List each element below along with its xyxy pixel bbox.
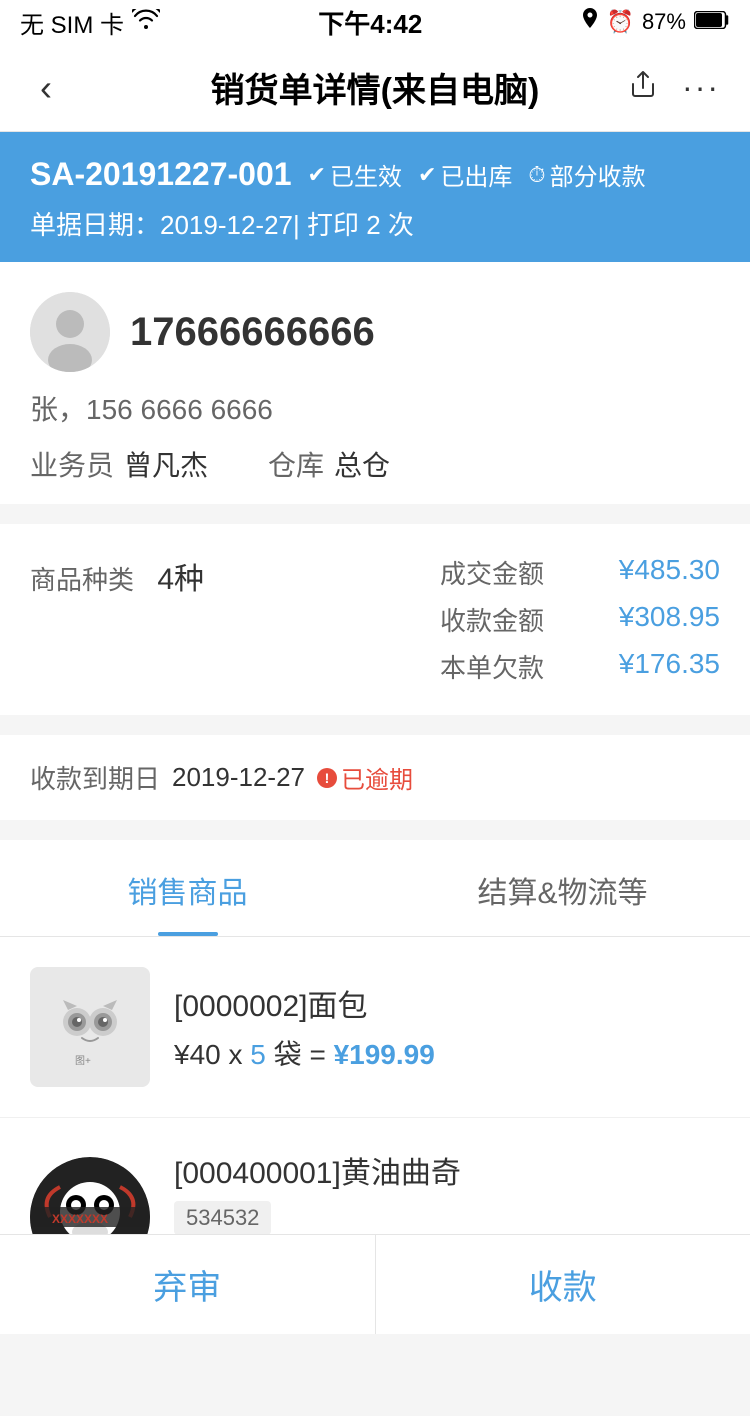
deal-amount-value: ¥485.30 [619, 554, 720, 591]
product-tag-2: 534532 [174, 1201, 271, 1235]
owed-value: ¥176.35 [619, 648, 720, 685]
warehouse-value: 总仓 [334, 444, 390, 484]
sales-person-info: 业务员 曾凡杰 [30, 444, 208, 484]
types-label: 商品种类 [30, 565, 134, 595]
alarm-icon: ⏰ [607, 9, 634, 35]
collect-payment-button[interactable]: 收款 [376, 1235, 750, 1334]
wifi-icon [132, 8, 160, 36]
status-bar: 无 SIM 卡 下午4:42 ⏰ 87% [0, 0, 750, 44]
summary-right: 成交金额 ¥485.30 收款金额 ¥308.95 本单欠款 ¥176.35 [440, 554, 720, 685]
order-id: SA-20191227-001 [30, 156, 292, 193]
status-right: ⏰ 87% [581, 8, 730, 36]
summary-left: 商品种类 4种 [30, 554, 204, 598]
product-name-1: [0000002]面包 [174, 981, 720, 1025]
svg-text:XXXXXXX: XXXXXXX [52, 1212, 108, 1226]
battery-icon [694, 9, 730, 35]
date-label: 单据日期： [30, 210, 160, 240]
nav-bar: ‹ 销货单详情(来自电脑) ··· [0, 44, 750, 132]
warehouse-label: 仓库 [268, 444, 324, 484]
svg-text:图+: 图+ [75, 1055, 91, 1067]
banner-row1: SA-20191227-001 ✔ 已生效 ✔ 已出库 ⏱ 部分收款 [30, 156, 720, 193]
customer-meta: 业务员 曾凡杰 仓库 总仓 [30, 444, 720, 484]
overdue-label: 收款到期日 [30, 759, 160, 796]
product-info-1: [0000002]面包 ¥40 x 5 袋 = ¥199.99 [174, 981, 720, 1073]
customer-phone: 17666666666 [130, 310, 375, 355]
reject-button[interactable]: 弃审 [0, 1235, 376, 1334]
customer-sub-info: 张，156 6666 6666 [30, 388, 720, 428]
sales-person-value: 曾凡杰 [124, 444, 208, 484]
deal-amount-row: 成交金额 ¥485.30 [440, 554, 720, 591]
overdue-badge: ! 已逾期 [317, 760, 413, 795]
tab-sales-products[interactable]: 销售商品 [0, 840, 375, 936]
header-banner: SA-20191227-001 ✔ 已生效 ✔ 已出库 ⏱ 部分收款 单据日期：… [0, 132, 750, 262]
battery-text: 87% [642, 9, 686, 35]
product-qty-1: 5 [250, 1039, 266, 1070]
status-badge-partial: ⏱ 部分收款 [528, 157, 645, 192]
page-title: 销货单详情(来自电脑) [211, 63, 540, 112]
status-badge-shipped: ✔ 已出库 [418, 157, 512, 192]
sales-label: 业务员 [30, 444, 114, 484]
summary-card: 商品种类 4种 成交金额 ¥485.30 收款金额 ¥308.95 本单欠款 ¥… [0, 524, 750, 715]
status-badge-effective: ✔ 已生效 [308, 157, 402, 192]
customer-top: 17666666666 [30, 292, 720, 372]
check-icon-2: ✔ [418, 162, 436, 188]
product-name-2: [000400001]黄油曲奇 [174, 1148, 720, 1192]
print-info: | 打印 2 次 [293, 210, 414, 240]
order-date: 2019-12-27 [160, 210, 293, 240]
collected-label: 收款金额 [440, 601, 544, 638]
status-left: 无 SIM 卡 [20, 5, 160, 40]
product-total-1: ¥199.99 [334, 1039, 435, 1070]
location-icon [581, 8, 599, 36]
time-display: 下午4:42 [318, 4, 422, 41]
banner-date-row: 单据日期：2019-12-27| 打印 2 次 [30, 205, 720, 242]
types-count: 4种 [157, 563, 204, 596]
avatar [30, 292, 110, 372]
check-icon: ✔ [308, 162, 326, 188]
carrier-text: 无 SIM 卡 [20, 5, 124, 40]
nav-actions: ··· [628, 69, 720, 107]
warehouse-info: 仓库 总仓 [268, 444, 390, 484]
owed-row: 本单欠款 ¥176.35 [440, 648, 720, 685]
tabs-bar: 销售商品 结算&物流等 [0, 840, 750, 937]
bottom-bar: 弃审 收款 [0, 1234, 750, 1334]
overdue-date: 2019-12-27 [172, 762, 305, 793]
share-icon[interactable] [628, 69, 658, 107]
overdue-dot-icon: ! [317, 768, 337, 788]
more-icon[interactable]: ··· [682, 69, 720, 106]
collected-row: 收款金额 ¥308.95 [440, 601, 720, 638]
overdue-status-text: 已逾期 [341, 760, 413, 795]
customer-card: 17666666666 张，156 6666 6666 业务员 曾凡杰 仓库 总… [0, 262, 750, 504]
list-item: 图+ [0000002]面包 ¥40 x 5 袋 = ¥199.99 [0, 937, 750, 1118]
overdue-card: 收款到期日 2019-12-27 ! 已逾期 [0, 735, 750, 820]
product-thumbnail-1: 图+ [30, 967, 150, 1087]
summary-row: 商品种类 4种 成交金额 ¥485.30 收款金额 ¥308.95 本单欠款 ¥… [30, 554, 720, 685]
deal-amount-label: 成交金额 [440, 554, 544, 591]
status-badges: ✔ 已生效 ✔ 已出库 ⏱ 部分收款 [308, 157, 646, 192]
collected-value: ¥308.95 [619, 601, 720, 638]
back-button[interactable]: ‹ [30, 57, 62, 119]
owed-label: 本单欠款 [440, 648, 544, 685]
clock-icon: ⏱ [528, 162, 545, 188]
product-price-1: ¥40 x 5 袋 = ¥199.99 [174, 1033, 720, 1073]
tab-settlement-logistics[interactable]: 结算&物流等 [375, 840, 750, 936]
